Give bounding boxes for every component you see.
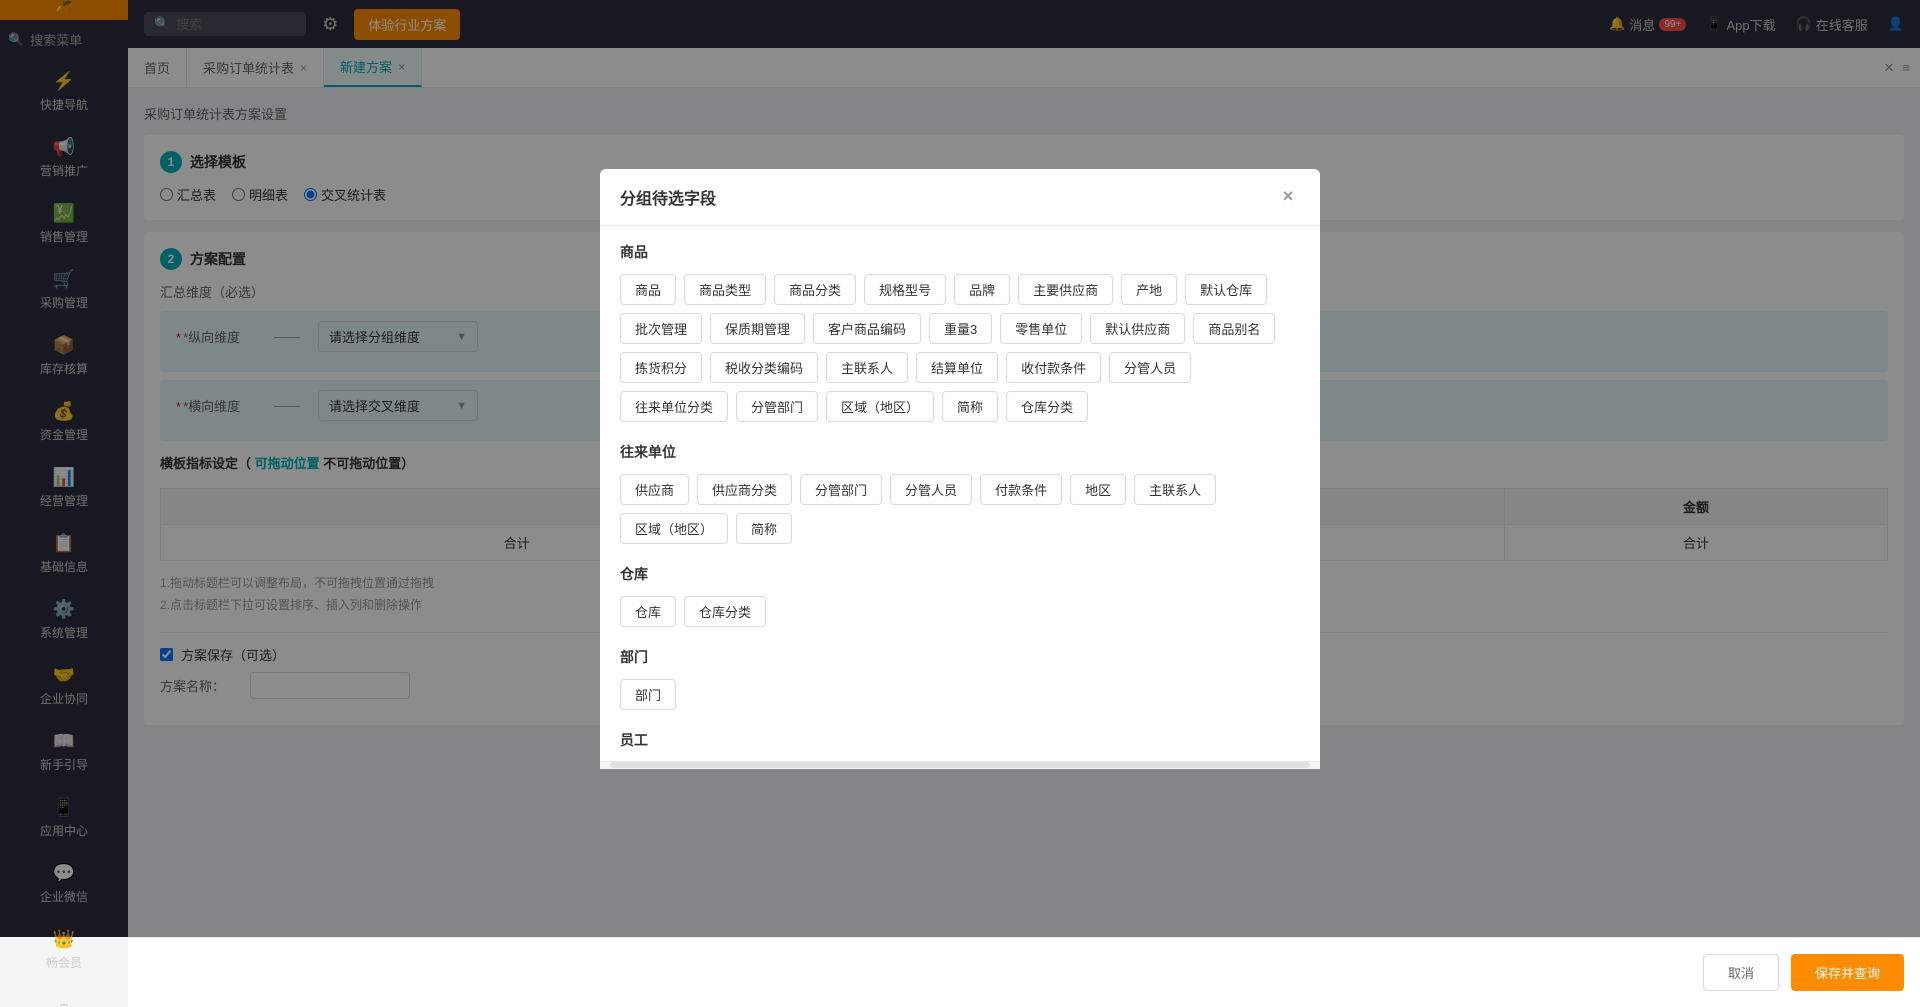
- field-chip[interactable]: 付款条件: [980, 474, 1062, 505]
- footer: 取消 保存并查询: [128, 937, 1920, 1007]
- field-group-goods: 商品商品商品类型商品分类规格型号品牌主要供应商产地默认仓库批次管理保质期管理客户…: [620, 242, 1300, 422]
- modal-close-btn[interactable]: ×: [1276, 185, 1300, 209]
- field-group-title-department: 部门: [620, 647, 1300, 667]
- field-chip[interactable]: 税收分类编码: [710, 352, 818, 383]
- save-view-button[interactable]: 保存并查询: [1791, 954, 1904, 991]
- field-group-department: 部门部门: [620, 647, 1300, 710]
- field-chip[interactable]: 品牌: [954, 274, 1010, 305]
- field-chip[interactable]: 分管人员: [890, 474, 972, 505]
- field-chip[interactable]: 仓库: [620, 596, 676, 627]
- field-chip[interactable]: 简称: [942, 391, 998, 422]
- field-group-title-goods: 商品: [620, 242, 1300, 262]
- field-chip[interactable]: 区域（地区）: [826, 391, 934, 422]
- field-chip[interactable]: 商品分类: [774, 274, 856, 305]
- field-chip[interactable]: 仓库分类: [1006, 391, 1088, 422]
- field-chip[interactable]: 商品类型: [684, 274, 766, 305]
- field-chip[interactable]: 重量3: [929, 313, 992, 344]
- field-group-staff: 员工业务员: [620, 730, 1300, 761]
- field-chips-department: 部门: [620, 679, 1300, 710]
- modal-body: 商品商品商品类型商品分类规格型号品牌主要供应商产地默认仓库批次管理保质期管理客户…: [600, 226, 1320, 761]
- footer-buttons: 取消 保存并查询: [128, 938, 1920, 1007]
- field-select-modal: 分组待选字段 × 商品商品商品类型商品分类规格型号品牌主要供应商产地默认仓库批次…: [600, 169, 1320, 769]
- modal-overlay: 分组待选字段 × 商品商品商品类型商品分类规格型号品牌主要供应商产地默认仓库批次…: [0, 0, 1920, 937]
- field-chip[interactable]: 零售单位: [1000, 313, 1082, 344]
- field-chip[interactable]: 规格型号: [864, 274, 946, 305]
- modal-header: 分组待选字段 ×: [600, 169, 1320, 226]
- modal-title: 分组待选字段: [620, 185, 716, 209]
- field-chip[interactable]: 供应商分类: [697, 474, 792, 505]
- field-chip[interactable]: 分管部门: [736, 391, 818, 422]
- field-chip[interactable]: 主要供应商: [1018, 274, 1113, 305]
- field-chip[interactable]: 拣货积分: [620, 352, 702, 383]
- field-chip[interactable]: 客户商品编码: [813, 313, 921, 344]
- field-group-warehouse: 仓库仓库仓库分类: [620, 564, 1300, 627]
- field-chips-warehouse: 仓库仓库分类: [620, 596, 1300, 627]
- field-chip[interactable]: 部门: [620, 679, 676, 710]
- field-chip[interactable]: 供应商: [620, 474, 689, 505]
- field-chip[interactable]: 地区: [1070, 474, 1126, 505]
- field-chip[interactable]: 产地: [1121, 274, 1177, 305]
- field-chip[interactable]: 分管人员: [1109, 352, 1191, 383]
- field-chip[interactable]: 结算单位: [916, 352, 998, 383]
- field-chip[interactable]: 批次管理: [620, 313, 702, 344]
- field-chip[interactable]: 商品别名: [1193, 313, 1275, 344]
- field-chip[interactable]: 商品: [620, 274, 676, 305]
- horizontal-scrollbar[interactable]: [610, 762, 1310, 768]
- field-chip[interactable]: 默认供应商: [1090, 313, 1185, 344]
- field-chip[interactable]: 收付款条件: [1006, 352, 1101, 383]
- field-chip[interactable]: 区域（地区）: [620, 513, 728, 544]
- field-group-title-staff: 员工: [620, 730, 1300, 750]
- field-chips-goods: 商品商品类型商品分类规格型号品牌主要供应商产地默认仓库批次管理保质期管理客户商品…: [620, 274, 1300, 422]
- field-chip[interactable]: 保质期管理: [710, 313, 805, 344]
- field-chip[interactable]: 往来单位分类: [620, 391, 728, 422]
- field-group-title-counterpart: 往来单位: [620, 442, 1300, 462]
- field-chip[interactable]: 仓库分类: [684, 596, 766, 627]
- field-group-counterpart: 往来单位供应商供应商分类分管部门分管人员付款条件地区主联系人区域（地区） 简称: [620, 442, 1300, 544]
- field-chip[interactable]: 主联系人: [1134, 474, 1216, 505]
- field-chip[interactable]: 主联系人: [826, 352, 908, 383]
- field-group-title-warehouse: 仓库: [620, 564, 1300, 584]
- cancel-button[interactable]: 取消: [1703, 954, 1779, 991]
- field-chip[interactable]: 简称: [736, 513, 792, 544]
- modal-bottom-bar: [600, 761, 1320, 769]
- field-chip[interactable]: 分管部门: [800, 474, 882, 505]
- field-chips-counterpart: 供应商供应商分类分管部门分管人员付款条件地区主联系人区域（地区） 简称: [620, 474, 1300, 544]
- field-chip[interactable]: 默认仓库: [1185, 274, 1267, 305]
